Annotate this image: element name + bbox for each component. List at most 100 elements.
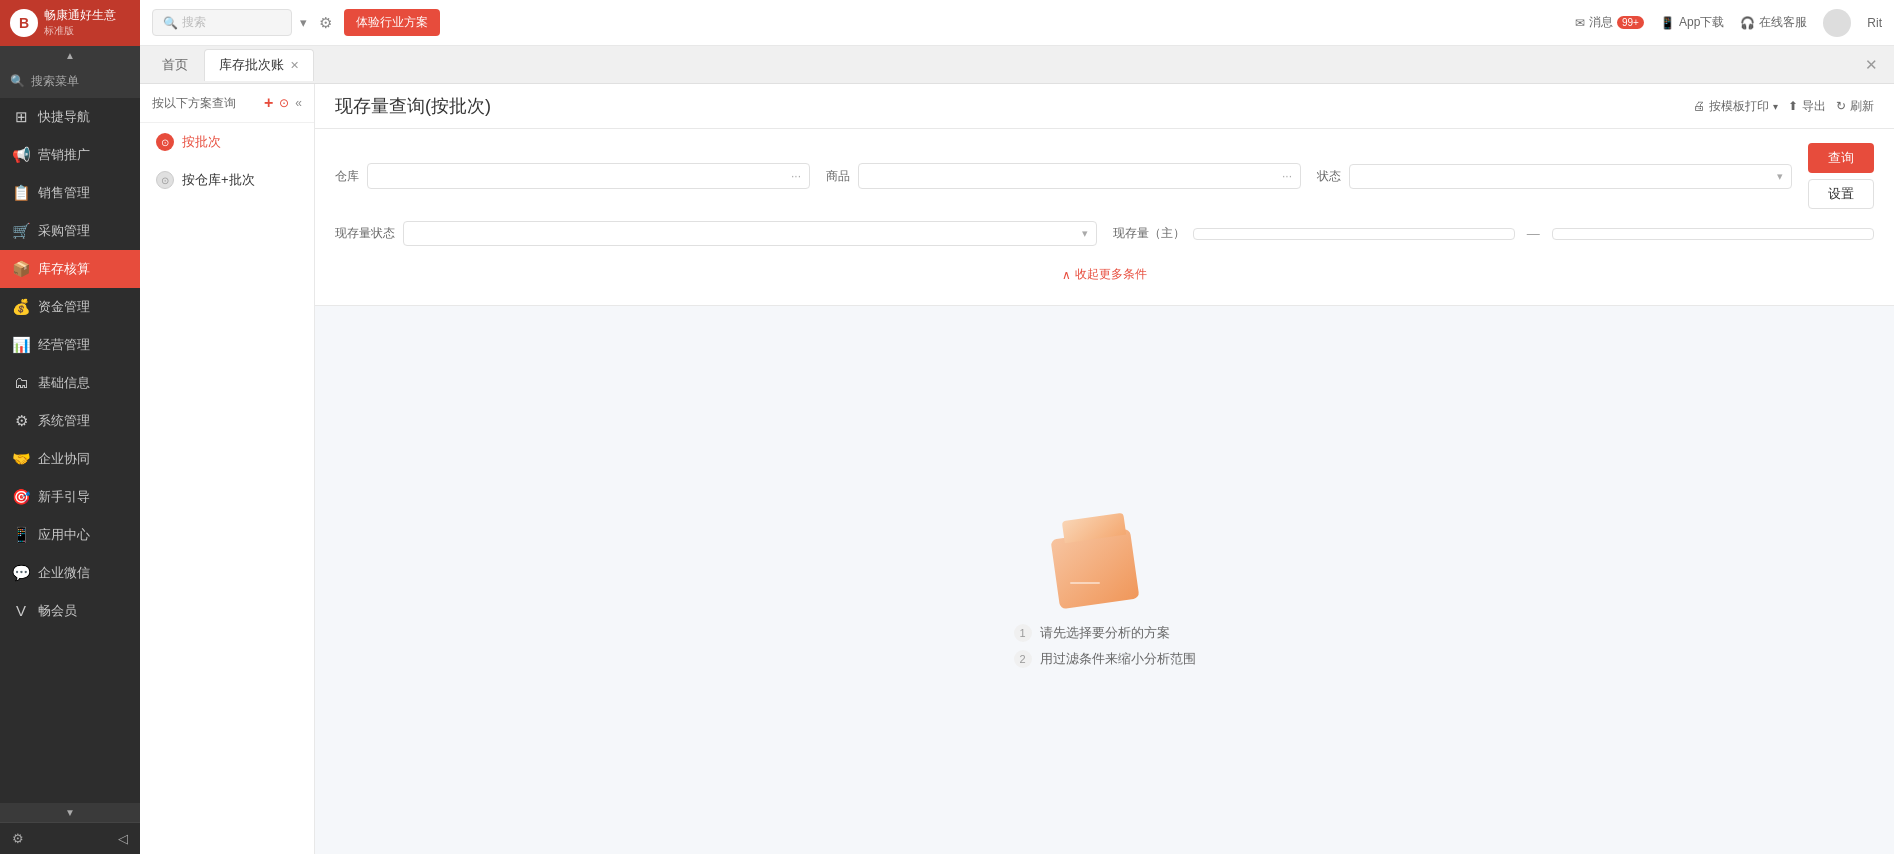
goods-input[interactable]: ··· — [858, 163, 1301, 189]
topbar-messages[interactable]: ✉ 消息 99+ — [1575, 14, 1644, 31]
hint-num-2: 2 — [1014, 650, 1032, 668]
add-scheme-icon[interactable]: + — [264, 94, 273, 112]
settings-button[interactable]: 设置 — [1808, 179, 1874, 209]
query-button[interactable]: 查询 — [1808, 143, 1874, 173]
sidebar-item-label: 采购管理 — [38, 222, 90, 240]
topbar-online-service[interactable]: 🎧 在线客服 — [1740, 14, 1807, 31]
collapse-label: 收起更多条件 — [1075, 266, 1147, 283]
page-title: 现存量查询(按批次) — [335, 94, 491, 118]
sidebar-item-quick-nav[interactable]: ⊞ 快捷导航 — [0, 98, 140, 136]
status-label: 状态 — [1317, 168, 1341, 185]
sidebar-item-operations[interactable]: 📊 经营管理 — [0, 326, 140, 364]
tab-home-label: 首页 — [162, 56, 188, 74]
sidebar-item-app-center[interactable]: 📱 应用中心 — [0, 516, 140, 554]
sidebar-item-label: 企业微信 — [38, 564, 90, 582]
filter-collapse[interactable]: ∧ 收起更多条件 — [335, 258, 1874, 291]
topbar: 🔍 搜索 ▾ ⚙ 体验行业方案 ✉ 消息 99+ 📱 App下载 🎧 在线客服 … — [140, 0, 1894, 46]
warehouse-input[interactable]: ··· — [367, 163, 810, 189]
print-chevron-icon[interactable]: ▾ — [1773, 101, 1778, 112]
inv-status-label: 现存量状态 — [335, 225, 395, 242]
qty-input-to[interactable] — [1552, 228, 1874, 240]
sidebar-item-label: 新手引导 — [38, 488, 90, 506]
search-small-icon: 🔍 — [163, 16, 178, 30]
hint-num-1: 1 — [1014, 624, 1032, 642]
goods-dots[interactable]: ··· — [1282, 169, 1292, 183]
inventory-icon: 📦 — [12, 260, 30, 278]
messages-badge: 99+ — [1617, 16, 1644, 29]
sidebar-settings-icon[interactable]: ⚙ — [12, 831, 24, 846]
inv-status-chevron-icon[interactable]: ▾ — [1082, 227, 1088, 240]
filter-goods-group: 商品 ··· — [826, 163, 1301, 189]
sidebar-scroll-down[interactable]: ▼ — [0, 803, 140, 822]
sidebar-item-finance[interactable]: 💰 资金管理 — [0, 288, 140, 326]
content-area: 按以下方案查询 + ⊙ « ⊙ 按批次 ⊙ 按仓库+批次 现存量查询(按批次) — [140, 84, 1894, 854]
sidebar-item-label: 资金管理 — [38, 298, 90, 316]
sidebar-collapse-icon[interactable]: ◁ — [118, 831, 128, 846]
sidebar-item-purchase[interactable]: 🛒 采购管理 — [0, 212, 140, 250]
user-avatar[interactable] — [1823, 9, 1851, 37]
sidebar-item-cooperation[interactable]: 🤝 企业协同 — [0, 440, 140, 478]
app-subtitle: 标准版 — [44, 24, 116, 38]
sidebar-item-label: 快捷导航 — [38, 108, 90, 126]
sidebar-item-marketing[interactable]: 📢 营销推广 — [0, 136, 140, 174]
filter-action-group: 查询 设置 — [1808, 143, 1874, 209]
tab-batch-account[interactable]: 库存批次账 ✕ — [204, 49, 314, 81]
print-action[interactable]: 🖨 按模板打印 ▾ — [1693, 98, 1778, 115]
online-service-icon: 🎧 — [1740, 16, 1755, 30]
hint-text-1: 请先选择要分析的方案 — [1040, 624, 1170, 642]
sidebar-item-newbie[interactable]: 🎯 新手引导 — [0, 478, 140, 516]
page-header: 现存量查询(按批次) 🖨 按模板打印 ▾ ⬆ 导出 ↻ 刷新 — [315, 84, 1894, 129]
scheme-settings-icon[interactable]: ⊙ — [279, 96, 289, 110]
sidebar-item-basic[interactable]: 🗂 基础信息 — [0, 364, 140, 402]
qty-label: 现存量（主） — [1113, 225, 1185, 242]
sidebar-search-label: 搜索菜单 — [31, 73, 79, 90]
sidebar-search[interactable]: 🔍 搜索菜单 — [0, 65, 140, 98]
sidebar-item-label: 畅会员 — [38, 602, 77, 620]
sidebar-scroll-up[interactable]: ▲ — [0, 46, 140, 65]
basic-icon: 🗂 — [12, 374, 30, 391]
scheme-by-warehouse-batch-label: 按仓库+批次 — [182, 171, 255, 189]
sidebar-item-label: 经营管理 — [38, 336, 90, 354]
topbar-search[interactable]: 🔍 搜索 — [152, 9, 292, 36]
sidebar-item-label: 销售管理 — [38, 184, 90, 202]
tabbar-close-btn[interactable]: ✕ — [1857, 56, 1886, 74]
topbar-app-download[interactable]: 📱 App下载 — [1660, 14, 1724, 31]
scheme-by-warehouse-batch[interactable]: ⊙ 按仓库+批次 — [140, 161, 314, 199]
tab-close-icon[interactable]: ✕ — [290, 59, 299, 72]
sidebar-item-system[interactable]: ⚙ 系统管理 — [0, 402, 140, 440]
filter-warehouse-group: 仓库 ··· — [335, 163, 810, 189]
sidebar-item-vip[interactable]: V 畅会员 — [0, 592, 140, 630]
print-icon: 🖨 — [1693, 99, 1705, 113]
export-action[interactable]: ⬆ 导出 — [1788, 98, 1826, 115]
hint-text-2: 用过滤条件来缩小分析范围 — [1040, 650, 1196, 668]
left-panel-actions: + ⊙ « — [264, 94, 302, 112]
sidebar-item-wechat[interactable]: 💬 企业微信 — [0, 554, 140, 592]
filter-status-group: 状态 ▾ — [1317, 164, 1792, 189]
scheme-by-batch[interactable]: ⊙ 按批次 — [140, 123, 314, 161]
marketing-icon: 📢 — [12, 146, 30, 164]
sidebar-item-label: 系统管理 — [38, 412, 90, 430]
inv-status-select[interactable]: ▾ — [403, 221, 1097, 246]
warehouse-dots[interactable]: ··· — [791, 169, 801, 183]
refresh-action[interactable]: ↻ 刷新 — [1836, 98, 1874, 115]
box-stripe — [1070, 582, 1100, 584]
qty-input-from[interactable] — [1193, 228, 1515, 240]
sidebar-item-inventory[interactable]: 📦 库存核算 — [0, 250, 140, 288]
sidebar-item-sales[interactable]: 📋 销售管理 — [0, 174, 140, 212]
tab-home[interactable]: 首页 — [148, 49, 202, 81]
topbar-chevron-down-icon[interactable]: ▾ — [300, 15, 307, 30]
empty-hint-2: 2 用过滤条件来缩小分析范围 — [1014, 650, 1196, 668]
filter-row-1: 仓库 ··· 商品 ··· 状态 — [335, 143, 1874, 209]
industry-btn[interactable]: 体验行业方案 — [344, 9, 440, 36]
filter-area: 仓库 ··· 商品 ··· 状态 — [315, 129, 1894, 306]
sidebar-footer: ⚙ ◁ — [0, 822, 140, 854]
topbar-gear-icon[interactable]: ⚙ — [315, 10, 336, 36]
status-select[interactable]: ▾ — [1349, 164, 1792, 189]
username-label[interactable]: Rit — [1867, 16, 1882, 30]
sidebar-item-label: 基础信息 — [38, 374, 90, 392]
status-chevron-icon[interactable]: ▾ — [1777, 170, 1783, 183]
box-body — [1050, 529, 1139, 609]
messages-icon: ✉ — [1575, 16, 1585, 30]
panel-collapse-icon[interactable]: « — [295, 96, 302, 110]
system-icon: ⚙ — [12, 412, 30, 430]
